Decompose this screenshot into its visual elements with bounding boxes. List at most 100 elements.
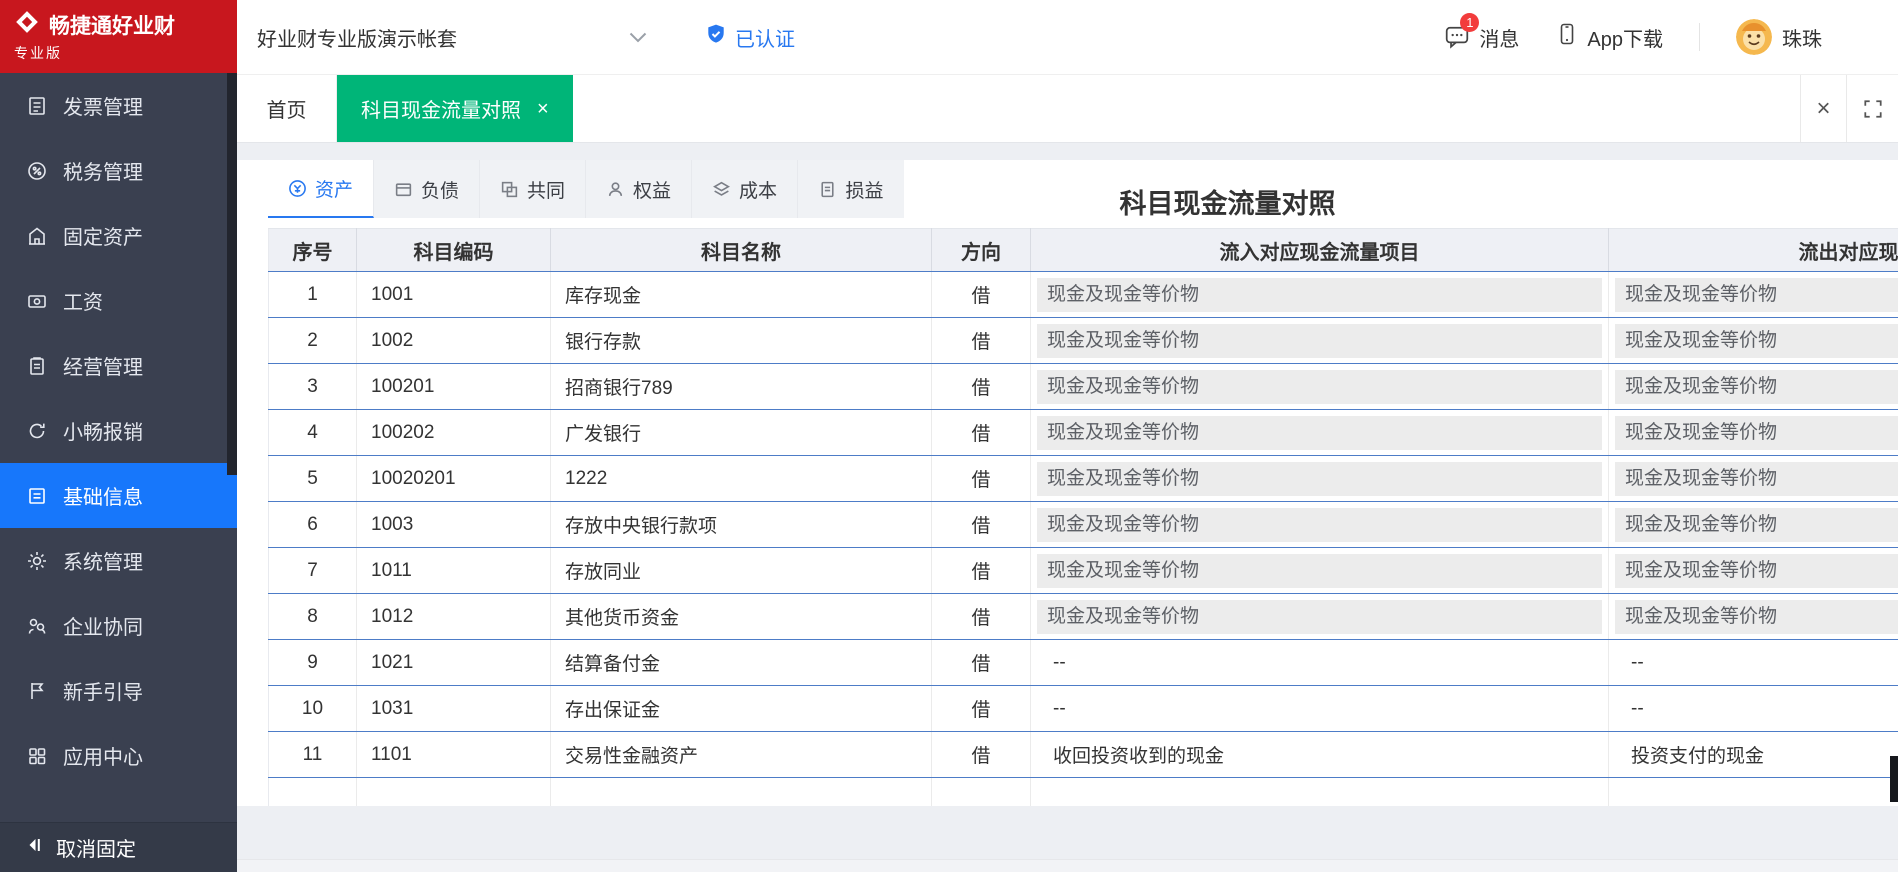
cell-direction: 借 — [931, 455, 1031, 502]
table-row[interactable]: 3 100201 招商银行789 借 现金及现金等价物 现金及现金等价物 — [268, 363, 1898, 410]
outflow-field[interactable]: 现金及现金等价物 — [1615, 599, 1898, 634]
cell-name: 1222 — [550, 455, 932, 502]
cell-direction: 借 — [931, 731, 1031, 778]
sidebar-item-invoice[interactable]: 发票管理 — [0, 73, 237, 138]
user-menu[interactable]: 珠珠 — [1736, 19, 1822, 55]
brand-name: 畅捷通好业财 — [49, 14, 175, 38]
outflow-field[interactable]: 现金及现金等价物 — [1615, 461, 1898, 496]
sidebar-item-guide[interactable]: 新手引导 — [0, 658, 237, 723]
inflow-field[interactable]: 现金及现金等价物 — [1037, 323, 1602, 358]
col-header-outflow: 流出对应现金流量项目 — [1608, 228, 1898, 272]
cell-direction: 借 — [931, 409, 1031, 456]
certified-badge: 已认证 — [705, 23, 795, 52]
sidebar-item-label: 新手引导 — [63, 682, 143, 704]
fullscreen-button[interactable] — [1846, 75, 1898, 142]
table-row[interactable]: 1 1001 库存现金 借 现金及现金等价物 现金及现金等价物 — [268, 271, 1898, 318]
topbar-right: 1 消息 App下载 珠珠 — [1444, 13, 1822, 55]
cell-code: 1002 — [356, 317, 551, 364]
table-row[interactable]: 11 1101 交易性金融资产 借 收回投资收到的现金 投资支付的现金 — [268, 731, 1898, 778]
sidebar-item-label: 经营管理 — [63, 357, 143, 379]
table-row[interactable]: 9 1021 结算备付金 借 -- -- — [268, 639, 1898, 686]
inflow-field[interactable]: 现金及现金等价物 — [1037, 553, 1602, 588]
sidebar-item-tax[interactable]: 税务管理 — [0, 138, 237, 203]
cell-code: 100202 — [356, 409, 551, 456]
outflow-field[interactable]: 现金及现金等价物 — [1615, 507, 1898, 542]
table-row[interactable]: 6 1003 存放中央银行款项 借 现金及现金等价物 现金及现金等价物 — [268, 501, 1898, 548]
sidebar-item-system[interactable]: 系统管理 — [0, 528, 237, 593]
unpin-button[interactable]: 取消固定 — [0, 822, 237, 872]
inflow-field[interactable]: 现金及现金等价物 — [1037, 369, 1602, 404]
sidebar-item-fixed-assets[interactable]: 固定资产 — [0, 203, 237, 268]
wallet-icon — [26, 290, 48, 312]
outflow-field[interactable]: 现金及现金等价物 — [1615, 415, 1898, 450]
app-download-button[interactable]: App下载 — [1555, 22, 1663, 52]
close-tabs-button[interactable]: × — [1800, 75, 1846, 142]
cell-no: 4 — [268, 409, 357, 456]
outflow-field[interactable]: 现金及现金等价物 — [1615, 323, 1898, 358]
cell-direction: 借 — [931, 317, 1031, 364]
cell-no: 10 — [268, 685, 357, 732]
table-row[interactable]: 2 1002 银行存款 借 现金及现金等价物 现金及现金等价物 — [268, 317, 1898, 364]
account-select-value: 好业财专业版演示帐套 — [257, 28, 457, 51]
cell-no: 6 — [268, 501, 357, 548]
sidebar-item-operations[interactable]: 经营管理 — [0, 333, 237, 398]
table-row[interactable]: 8 1012 其他货币资金 借 现金及现金等价物 现金及现金等价物 — [268, 593, 1898, 640]
inflow-field[interactable]: 现金及现金等价物 — [1037, 599, 1602, 634]
horizontal-scrollbar[interactable] — [237, 859, 1898, 872]
sidebar-item-collaboration[interactable]: 企业协同 — [0, 593, 237, 658]
category-tab-label: 资产 — [314, 179, 353, 201]
category-tabs: 资产 负债 共同 权益 成本 损益 — [268, 160, 904, 218]
sidebar-item-basic-info[interactable]: 基础信息 — [0, 463, 237, 528]
category-tab-equity[interactable]: 权益 — [586, 160, 692, 218]
cell-direction: 借 — [931, 271, 1031, 318]
table-row[interactable]: 10 1031 存出保证金 借 -- -- — [268, 685, 1898, 732]
col-header-direction: 方向 — [931, 228, 1031, 272]
inflow-value: -- — [1053, 651, 1066, 673]
sidebar-item-reimburse[interactable]: 小畅报销 — [0, 398, 237, 463]
topbar: 好业财专业版演示帐套 已认证 1 消息 App下载 珠珠 — [237, 0, 1898, 75]
category-tab-assets[interactable]: 资产 — [268, 160, 374, 218]
account-select[interactable]: 好业财专业版演示帐套 — [257, 23, 647, 52]
inflow-field[interactable]: 现金及现金等价物 — [1037, 277, 1602, 312]
table-row[interactable]: 5 10020201 1222 借 现金及现金等价物 现金及现金等价物 — [268, 455, 1898, 502]
cell-name: 广发银行 — [550, 409, 932, 456]
inflow-field[interactable]: 现金及现金等价物 — [1037, 415, 1602, 450]
sidebar-item-salary[interactable]: 工资 — [0, 268, 237, 333]
category-tab-label: 成本 — [738, 180, 777, 202]
inflow-field[interactable]: 现金及现金等价物 — [1037, 461, 1602, 496]
app-download-label: App下载 — [1587, 28, 1663, 51]
table-row[interactable]: 4 100202 广发银行 借 现金及现金等价物 现金及现金等价物 — [268, 409, 1898, 456]
cell-outflow: 投资支付的现金 — [1608, 731, 1898, 778]
category-tab-label: 权益 — [632, 180, 671, 202]
sidebar-scrollbar[interactable] — [227, 73, 237, 475]
inflow-field[interactable]: 现金及现金等价物 — [1037, 507, 1602, 542]
category-tab-liabilities[interactable]: 负债 — [374, 160, 480, 218]
tab-home-label: 首页 — [266, 100, 307, 122]
sidebar-item-label: 企业协同 — [63, 617, 143, 639]
outflow-field[interactable]: 现金及现金等价物 — [1615, 553, 1898, 588]
cell-code: 1012 — [356, 593, 551, 640]
messages-button[interactable]: 1 消息 — [1444, 13, 1519, 52]
cell-code: 1011 — [356, 547, 551, 594]
outflow-field[interactable]: 现金及现金等价物 — [1615, 369, 1898, 404]
brand-logo-icon — [14, 9, 40, 40]
category-tab-label: 损益 — [845, 180, 884, 202]
chevron-down-icon — [629, 26, 647, 49]
cell-name: 存放中央银行款项 — [550, 501, 932, 548]
category-tab-common[interactable]: 共同 — [480, 160, 586, 218]
cell-name: 存放同业 — [550, 547, 932, 594]
cell-no: 5 — [268, 455, 357, 502]
tab-close-icon[interactable]: × — [537, 99, 549, 119]
outflow-field[interactable]: 现金及现金等价物 — [1615, 277, 1898, 312]
inflow-value: 收回投资收到的现金 — [1053, 746, 1225, 767]
vertical-scrollbar[interactable] — [1890, 756, 1898, 802]
outflow-value: -- — [1631, 697, 1644, 719]
category-tab-cost[interactable]: 成本 — [692, 160, 798, 218]
cell-name: 银行存款 — [550, 317, 932, 364]
sidebar-item-app-center[interactable]: 应用中心 — [0, 723, 237, 788]
table-row[interactable]: 7 1011 存放同业 借 现金及现金等价物 现金及现金等价物 — [268, 547, 1898, 594]
cell-outflow: 现金及现金等价物 — [1608, 455, 1898, 502]
category-tab-profit-loss[interactable]: 损益 — [798, 160, 904, 218]
tab-home[interactable]: 首页 — [237, 75, 337, 142]
tab-subject-cashflow[interactable]: 科目现金流量对照 × — [337, 75, 573, 142]
